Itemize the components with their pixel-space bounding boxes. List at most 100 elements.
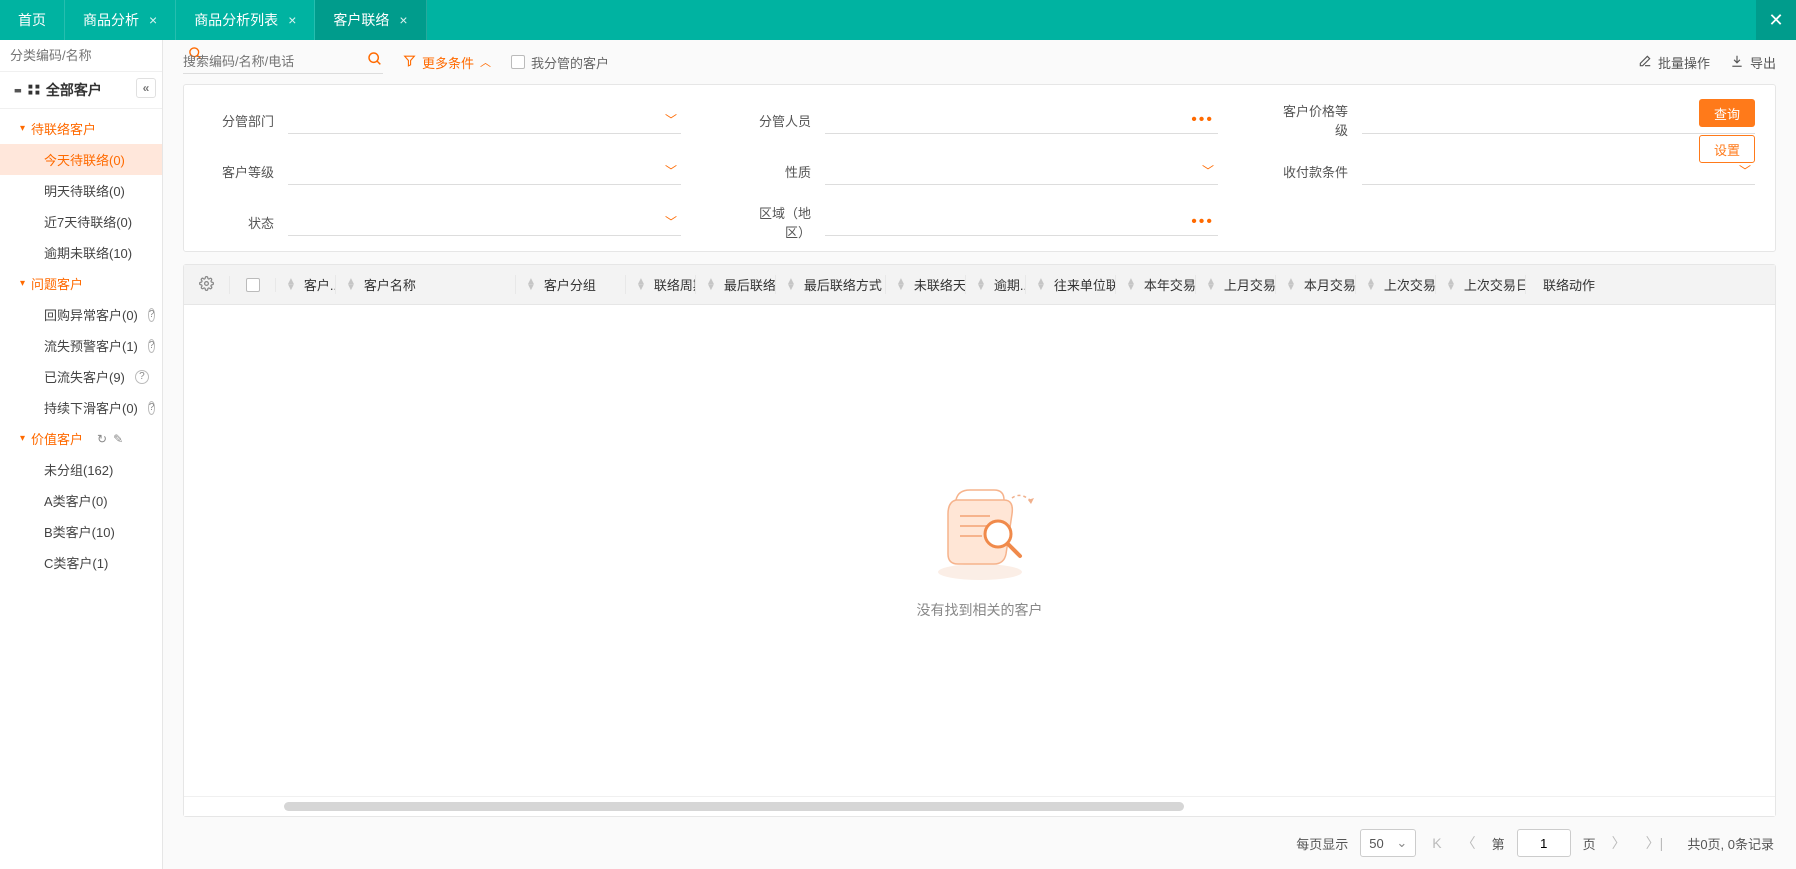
sidebar-item-0-2[interactable]: 近7天待联络(0) [0, 206, 162, 237]
sidebar-item-1-2[interactable]: 已流失客户(9)? [0, 361, 162, 392]
chevron-down-icon: ﹀ [1202, 162, 1214, 179]
column-header-4[interactable]: ▲▼最后联络... [696, 275, 776, 294]
filter-input[interactable]: ﹀ [1362, 106, 1755, 134]
sidebar-group-1[interactable]: ▾问题客户 [0, 268, 162, 299]
column-header-10[interactable]: ▲▼上月交易额 [1196, 275, 1276, 294]
per-page-select[interactable]: 50 ⌄ [1360, 829, 1416, 857]
column-header-1[interactable]: ▲▼客户名称 [336, 275, 516, 294]
tab-label: 首页 [18, 10, 46, 30]
filter-input[interactable]: ﹀ [825, 157, 1218, 185]
my-customers-checkbox[interactable]: 我分管的客户 [511, 53, 609, 72]
tab-3[interactable]: 客户联络× [315, 0, 426, 40]
close-icon[interactable]: × [288, 13, 296, 27]
help-icon[interactable]: ? [148, 308, 156, 322]
filter-buttons: 查询 设置 [1699, 99, 1755, 163]
pager-summary: 共0页, 0条记录 [1687, 834, 1774, 853]
sort-icon: ▲▼ [786, 279, 796, 291]
close-icon[interactable]: × [149, 13, 157, 27]
column-header-9[interactable]: ▲▼本年交易额 [1116, 275, 1196, 294]
sidebar-group-0[interactable]: ▾待联络客户 [0, 113, 162, 144]
next-page-button[interactable]: 〉 [1608, 833, 1630, 853]
main-area: 更多条件 ︿ 我分管的客户 批量操作 导出 分 [163, 40, 1796, 869]
column-header-3[interactable]: ▲▼联络周期 [626, 275, 696, 294]
sort-icon: ▲▼ [636, 279, 646, 291]
main-search [183, 50, 383, 74]
column-header-7[interactable]: ▲▼逾期... [966, 275, 1026, 294]
sidebar-item-label: 未分组(162) [44, 460, 113, 479]
export-button[interactable]: 导出 [1730, 53, 1776, 72]
sort-icon: ▲▼ [896, 279, 906, 291]
filter-row3-1: 区域（地区） ••• [741, 203, 1218, 241]
help-icon[interactable]: ? [135, 370, 149, 384]
column-action: 联络动作 [1526, 275, 1612, 294]
horizontal-scrollbar[interactable] [184, 796, 1775, 816]
page-prefix: 第 [1492, 834, 1505, 853]
column-header-12[interactable]: ▲▼上次交易额 [1356, 275, 1436, 294]
sidebar-item-label: 逾期未联络(10) [44, 243, 132, 262]
sort-icon: ▲▼ [346, 279, 356, 291]
column-header-label: 往来单位联... [1054, 275, 1116, 294]
sidebar-item-label: 今天待联络(0) [44, 150, 125, 169]
edit-icon[interactable]: ✎ [113, 432, 123, 446]
help-icon[interactable]: ? [148, 339, 156, 353]
batch-ops-button[interactable]: 批量操作 [1638, 53, 1710, 72]
scrollbar-thumb[interactable] [284, 802, 1184, 811]
close-icon: ✕ [1768, 10, 1783, 31]
sidebar-item-0-1[interactable]: 明天待联络(0) [0, 175, 162, 206]
pager: 每页显示 50 ⌄ K 〈 第 页 〉 〉| 共0页, 0条记录 [163, 817, 1796, 869]
more-conditions-toggle[interactable]: 更多条件 ︿ [403, 53, 491, 72]
filter-input[interactable]: ••• [825, 208, 1218, 236]
page-number-input[interactable] [1517, 829, 1571, 857]
column-header-6[interactable]: ▲▼未联络天数 [886, 275, 966, 294]
column-header-11[interactable]: ▲▼本月交易额 [1276, 275, 1356, 294]
sidebar-item-0-3[interactable]: 逾期未联络(10) [0, 237, 162, 268]
column-header-8[interactable]: ▲▼往来单位联... [1026, 275, 1116, 294]
refresh-icon[interactable]: ↻ [97, 432, 107, 446]
select-all-checkbox[interactable] [230, 278, 276, 292]
filter-label: 区域（地区） [741, 203, 811, 241]
settings-button[interactable]: 设置 [1699, 135, 1755, 163]
tab-2[interactable]: 商品分析列表× [176, 0, 315, 40]
sidebar-item-2-0[interactable]: 未分组(162) [0, 454, 162, 485]
search-icon[interactable] [367, 51, 383, 72]
filter-input[interactable]: ﹀ [288, 157, 681, 185]
column-header-label: 最后联络... [724, 275, 776, 294]
column-settings-button[interactable] [184, 276, 230, 294]
prev-page-button[interactable]: 〈 [1458, 833, 1480, 853]
sidebar-item-1-3[interactable]: 持续下滑客户(0)? [0, 392, 162, 423]
first-page-button[interactable]: K [1428, 835, 1445, 851]
column-header-13[interactable]: ▲▼上次交易日期 [1436, 275, 1526, 294]
sidebar-item-2-3[interactable]: C类客户(1) [0, 547, 162, 578]
last-page-button[interactable]: 〉| [1642, 833, 1668, 853]
sidebar-item-1-1[interactable]: 流失预警客户(1)? [0, 330, 162, 361]
chevron-down-icon: ▾ [20, 123, 25, 134]
export-icon [1730, 54, 1744, 71]
column-header-0[interactable]: ▲▼客户... [276, 275, 336, 294]
help-icon[interactable]: ? [148, 401, 156, 415]
close-all-tabs-button[interactable]: ✕ [1756, 0, 1796, 40]
filter-input[interactable]: ﹀ [288, 208, 681, 236]
column-header-label: 本年交易额 [1144, 275, 1196, 294]
column-header-2[interactable]: ▲▼客户分组 [516, 275, 626, 294]
close-icon[interactable]: × [399, 13, 407, 27]
sidebar-item-label: C类客户(1) [44, 553, 108, 572]
column-header-5[interactable]: ▲▼最后联络方式 [776, 275, 886, 294]
tab-1[interactable]: 商品分析× [65, 0, 176, 40]
tab-0[interactable]: 首页 [0, 0, 65, 40]
filter-input[interactable]: ••• [825, 106, 1218, 134]
filter-input[interactable]: ﹀ [1362, 157, 1755, 185]
sidebar-search-input[interactable] [8, 47, 188, 64]
more-icon: ••• [1191, 213, 1214, 231]
column-header-label: 上次交易日期 [1464, 275, 1526, 294]
filter-label: 客户等级 [204, 162, 274, 181]
sidebar-group-2[interactable]: ▾价值客户↻✎ [0, 423, 162, 454]
sidebar-item-2-2[interactable]: B类客户(10) [0, 516, 162, 547]
collapse-sidebar-button[interactable]: « [136, 78, 156, 98]
query-button[interactable]: 查询 [1699, 99, 1755, 127]
sidebar-item-1-0[interactable]: 回购异常客户(0)? [0, 299, 162, 330]
main-search-input[interactable] [183, 50, 367, 73]
sidebar-item-2-1[interactable]: A类客户(0) [0, 485, 162, 516]
filter-input[interactable]: ﹀ [288, 106, 681, 134]
sidebar-item-0-0[interactable]: 今天待联络(0) [0, 144, 162, 175]
chevron-down-icon: ﹀ [1739, 162, 1751, 179]
